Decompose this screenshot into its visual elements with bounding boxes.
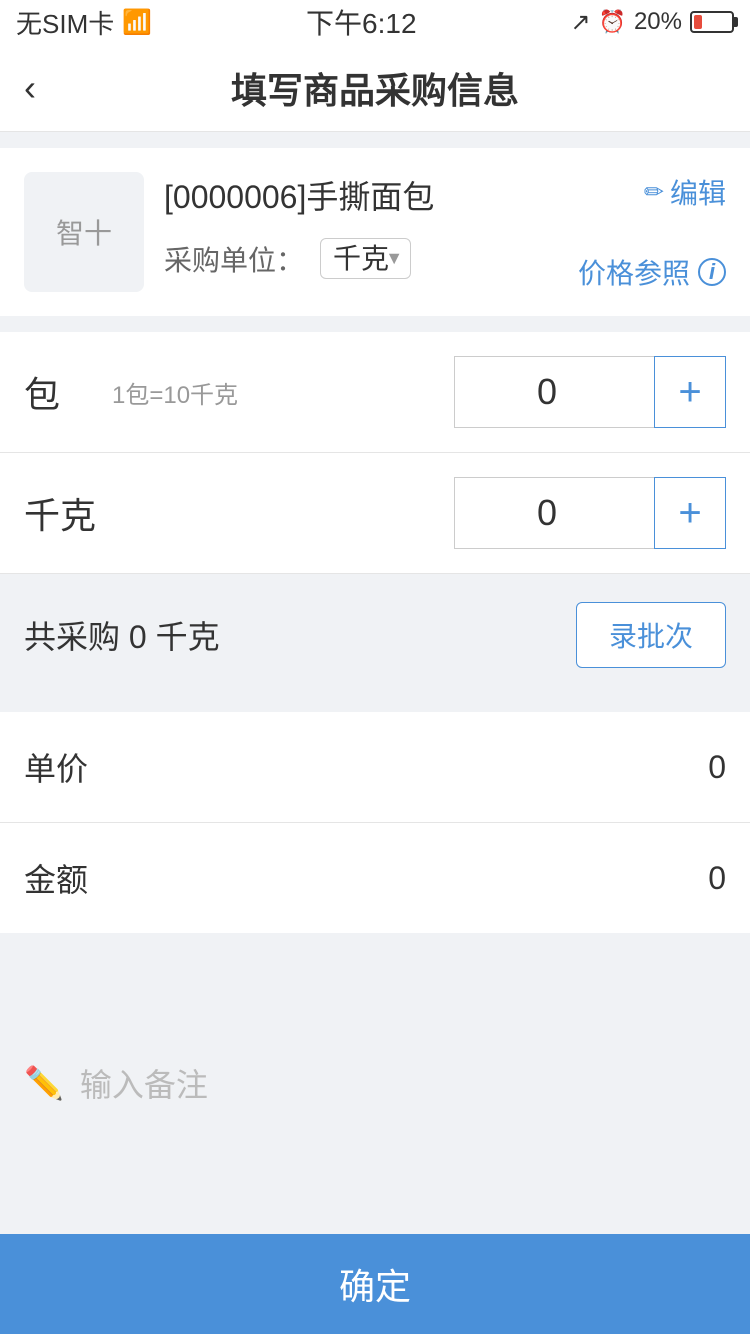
quantity-input-wrap-bao: + — [454, 356, 726, 428]
wifi-icon: 📶 — [122, 8, 152, 37]
unit-price-label: 单价 — [24, 744, 88, 790]
edit-icon: ✏ — [644, 178, 664, 207]
amount-value: 0 — [708, 860, 726, 897]
location-icon: ↗ — [570, 8, 590, 37]
status-right: ↗ ⏰ 20% — [570, 8, 734, 37]
unit-label: 采购单位： — [164, 239, 304, 279]
quantity-row-bao: 包 1包=10千克 + — [0, 332, 750, 453]
status-time: 下午6:12 — [306, 2, 417, 42]
quantity-section: 包 1包=10千克 + 千克 + — [0, 332, 750, 574]
unit-price-row: 单价 0 — [0, 712, 750, 823]
page-title: 填写商品采购信息 — [231, 62, 519, 114]
unit-select[interactable]: 千克 包 — [320, 238, 411, 279]
note-section[interactable]: ✏️ 输入备注 — [0, 933, 750, 1233]
status-left: 无SIM卡 📶 — [16, 4, 152, 41]
product-name: [0000006]手撕面包 — [164, 172, 726, 218]
quantity-label-bao: 包 — [24, 366, 104, 418]
product-card: 智十 [0000006]手撕面包 采购单位： 千克 包 ✏ 编辑 价格参照 i — [0, 148, 750, 316]
record-batch-button[interactable]: 录批次 — [576, 602, 726, 668]
price-ref-label: 价格参照 — [578, 252, 690, 292]
quantity-input-bao[interactable] — [454, 356, 654, 428]
amount-label: 金额 — [24, 855, 88, 901]
mid-divider-2 — [0, 696, 750, 712]
confirm-label: 确定 — [339, 1258, 411, 1310]
edit-button[interactable]: ✏ 编辑 — [644, 172, 726, 212]
unit-select-wrapper[interactable]: 千克 包 — [320, 238, 411, 279]
note-placeholder: 输入备注 — [80, 1060, 208, 1106]
summary-text: 共采购 0 千克 — [24, 612, 220, 658]
status-bar: 无SIM卡 📶 下午6:12 ↗ ⏰ 20% — [0, 0, 750, 44]
top-divider — [0, 132, 750, 148]
product-image: 智十 — [24, 172, 144, 292]
pencil-icon: ✏️ — [24, 1064, 64, 1102]
carrier-text: 无SIM卡 — [16, 4, 114, 41]
battery-percent: 20% — [634, 8, 682, 36]
unit-price-value: 0 — [708, 749, 726, 786]
quantity-input-wrap-kg: + — [454, 477, 726, 549]
amount-row: 金额 0 — [0, 823, 750, 933]
nav-bar: ‹ 填写商品采购信息 — [0, 44, 750, 132]
battery-icon — [690, 11, 734, 33]
quantity-sublabel-bao: 1包=10千克 — [112, 375, 238, 410]
quantity-row-kg: 千克 + — [0, 453, 750, 574]
info-icon: i — [698, 258, 726, 286]
edit-label: 编辑 — [670, 172, 726, 212]
product-logo: 智十 — [56, 212, 112, 252]
price-section: 单价 0 金额 0 — [0, 712, 750, 933]
quantity-label-kg: 千克 — [24, 487, 104, 539]
alarm-icon: ⏰ — [599, 9, 626, 35]
battery-fill — [694, 15, 702, 29]
mid-divider-1 — [0, 316, 750, 332]
plus-button-bao[interactable]: + — [654, 356, 726, 428]
summary-row: 共采购 0 千克 录批次 — [0, 574, 750, 696]
price-ref-button[interactable]: 价格参照 i — [578, 252, 726, 292]
plus-button-kg[interactable]: + — [654, 477, 726, 549]
quantity-input-kg[interactable] — [454, 477, 654, 549]
back-button[interactable]: ‹ — [24, 67, 36, 109]
confirm-button[interactable]: 确定 — [0, 1234, 750, 1334]
